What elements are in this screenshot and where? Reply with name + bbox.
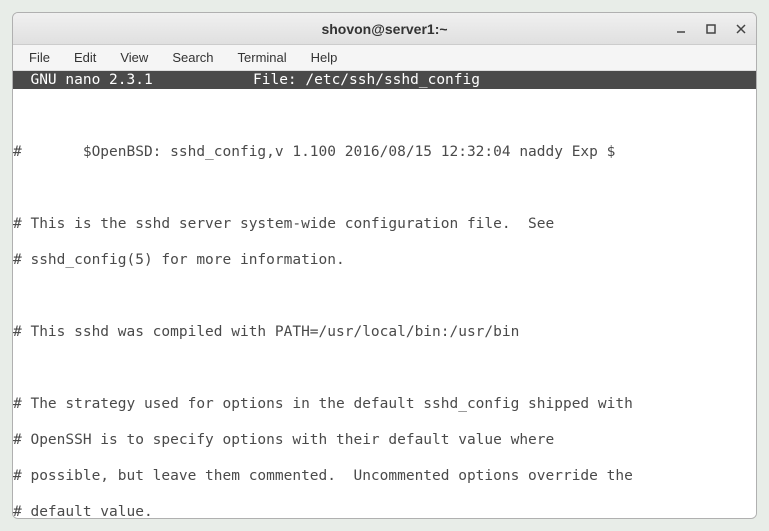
line: # possible, but leave them commented. Un… xyxy=(13,467,756,485)
line: # default value. xyxy=(13,503,756,518)
nano-app-name: GNU nano 2.3.1 xyxy=(13,71,253,89)
line: # sshd_config(5) for more information. xyxy=(13,251,756,269)
close-button[interactable] xyxy=(732,20,750,38)
menu-view[interactable]: View xyxy=(110,47,158,68)
line: # This sshd was compiled with PATH=/usr/… xyxy=(13,323,756,341)
nano-header: GNU nano 2.3.1 File: /etc/ssh/sshd_confi… xyxy=(13,71,756,89)
menu-edit[interactable]: Edit xyxy=(64,47,106,68)
nano-file-label: File: /etc/ssh/sshd_config xyxy=(253,71,480,89)
line: # The strategy used for options in the d… xyxy=(13,395,756,413)
menu-terminal[interactable]: Terminal xyxy=(228,47,297,68)
window-title: shovon@server1:~ xyxy=(321,21,447,37)
line: # This is the sshd server system-wide co… xyxy=(13,215,756,233)
menu-search[interactable]: Search xyxy=(162,47,223,68)
file-content: # $OpenBSD: sshd_config,v 1.100 2016/08/… xyxy=(13,89,756,518)
line: # $OpenBSD: sshd_config,v 1.100 2016/08/… xyxy=(13,143,756,161)
maximize-button[interactable] xyxy=(702,20,720,38)
menubar: File Edit View Search Terminal Help xyxy=(13,45,756,71)
minimize-button[interactable] xyxy=(672,20,690,38)
line: # OpenSSH is to specify options with the… xyxy=(13,431,756,449)
menu-file[interactable]: File xyxy=(19,47,60,68)
titlebar: shovon@server1:~ xyxy=(13,13,756,45)
window-controls xyxy=(672,20,750,38)
terminal-window: shovon@server1:~ File Edit View Search T… xyxy=(12,12,757,519)
menu-help[interactable]: Help xyxy=(301,47,348,68)
terminal-area[interactable]: GNU nano 2.3.1 File: /etc/ssh/sshd_confi… xyxy=(13,71,756,518)
